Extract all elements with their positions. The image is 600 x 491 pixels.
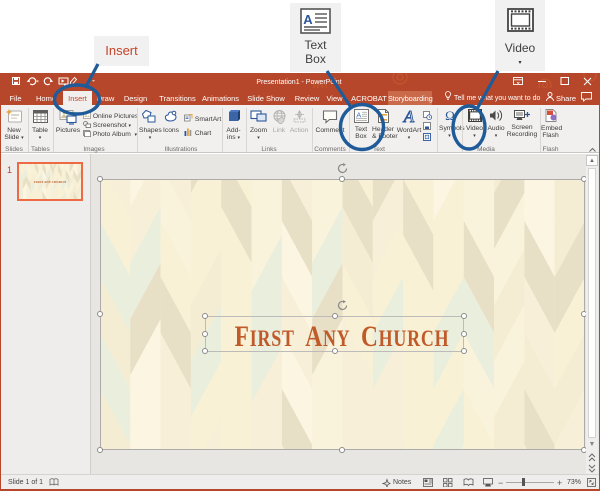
svg-text:Presentation1 - PowerPoint: Presentation1 - PowerPoint — [256, 79, 341, 86]
svg-text:Ω: Ω — [445, 108, 455, 123]
svg-text:A: A — [303, 12, 313, 27]
svg-text:A: A — [403, 108, 415, 125]
svg-text:A: A — [356, 110, 361, 119]
svg-text:FIRST ANY CHURCH: FIRST ANY CHURCH — [34, 180, 66, 184]
